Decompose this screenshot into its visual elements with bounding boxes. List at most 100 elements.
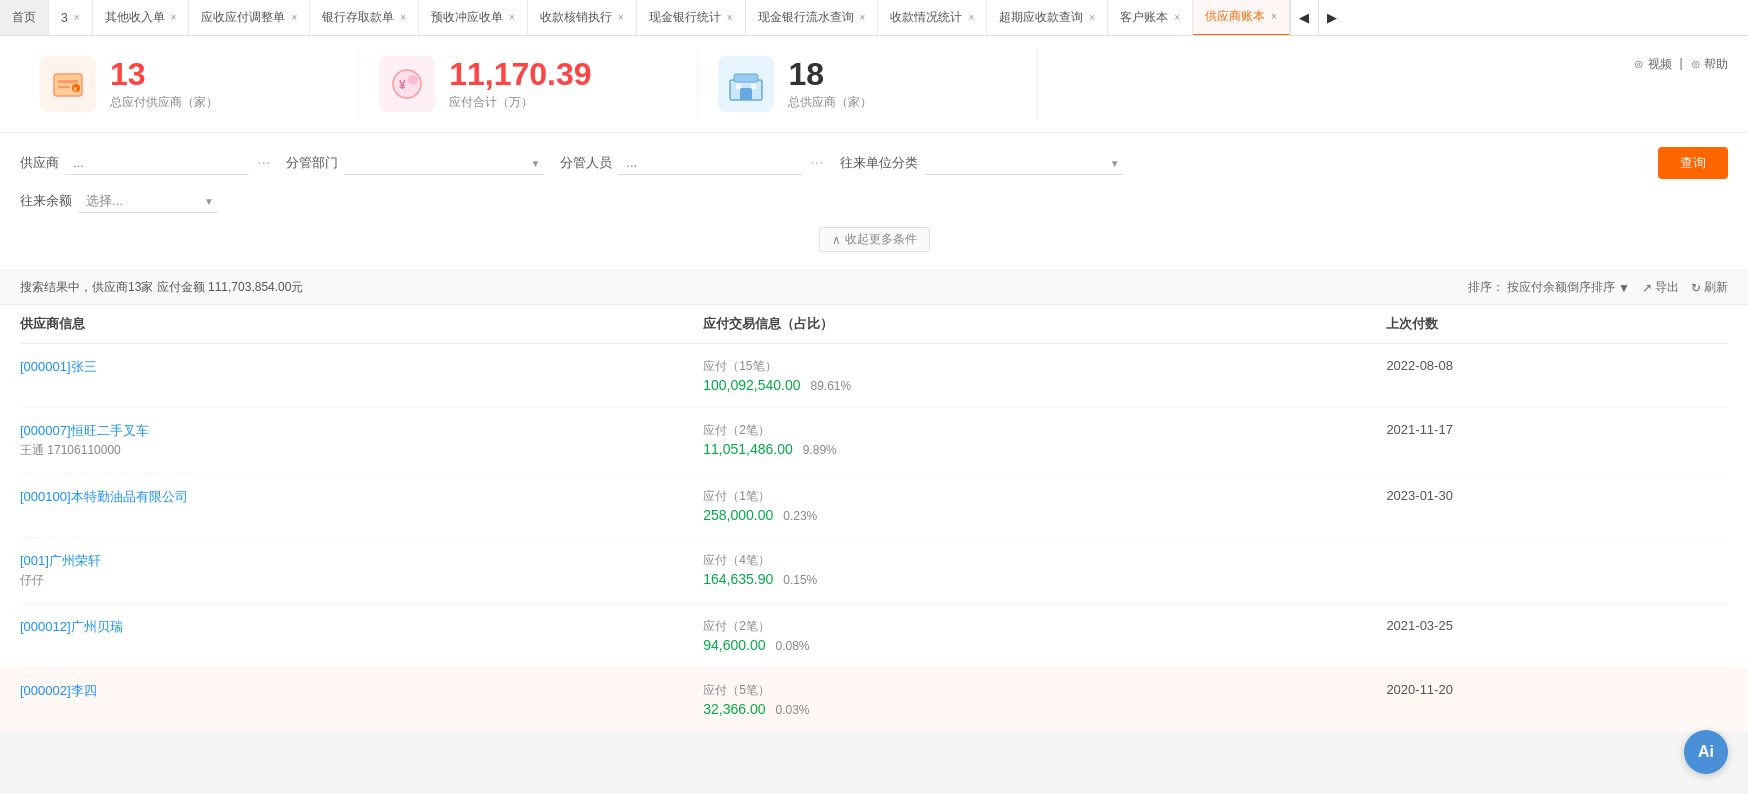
supplier-link[interactable]: [000012]广州贝瑞 [20,619,123,634]
summary-card-suppliers-payable: ¥ 13 总应付供应商（家） [20,48,359,120]
chevron-right-icon: ▶ [1327,10,1337,25]
svg-rect-9 [734,74,758,82]
nav-prev-arrow[interactable]: ◀ [1290,0,1318,36]
close-icon[interactable]: × [74,12,80,23]
nav-next-arrow[interactable]: ▶ [1318,0,1346,36]
supplier-info-cell: [000012]广州贝瑞 [20,618,703,636]
summary-card-total-suppliers: 18 总供应商（家） [698,48,1037,120]
supplier-sub: 王通 17106110000 [20,442,703,459]
close-icon[interactable]: × [727,12,733,23]
table-row: [000100]本特勤油品有限公司 应付（1笔） 258,000.00 0.23… [20,474,1728,538]
nav-tab-overdue-ar[interactable]: 超期应收款查询 × [987,0,1108,36]
balance-filter-select[interactable]: 选择... [78,189,218,213]
nav-tab-3[interactable]: 3 × [49,0,93,36]
supplier-link[interactable]: [000100]本特勤油品有限公司 [20,489,188,504]
filter-category: 往来单位分类 ▼ [840,151,1124,175]
tx-label: 应付（1笔） [703,488,1386,505]
tx-amount[interactable]: 100,092,540.00 [703,377,800,393]
dept-filter-select[interactable] [344,151,544,175]
tx-pct: 9.89% [803,443,837,457]
result-info: 搜索结果中，供应商13家 应付金额 111,703,854.00元 [20,279,303,296]
supplier-filter-input[interactable] [65,151,249,175]
nav-tab-cash-bank-stat[interactable]: 现金银行统计 × [637,0,746,36]
tx-pct: 89.61% [811,379,852,393]
top-navigation: 首页 3 × 其他收入单 × 应收应付调整单 × 银行存取款单 × 预收冲应收单… [0,0,1748,36]
close-icon[interactable]: × [509,12,515,23]
summary-bar: ¥ 13 总应付供应商（家） ¥ 11,170.39 应付合计（万） [0,36,1748,133]
last-pay-cell: 2023-01-30 [1386,488,1728,503]
close-icon[interactable]: × [400,12,406,23]
supplier-filter-label: 供应商 [20,154,59,172]
supplier-link[interactable]: [000002]李四 [20,683,97,698]
close-icon[interactable]: × [618,12,624,23]
close-icon[interactable]: × [1174,12,1180,23]
summary-label-total: 应付合计（万） [449,94,591,111]
nav-tab-receipt-verify[interactable]: 收款核销执行 × [528,0,637,36]
nav-tab-label: 收款核销执行 [540,9,612,26]
close-icon[interactable]: × [1271,11,1277,22]
tx-amount[interactable]: 164,635.90 [703,571,773,587]
nav-tab-label: 银行存取款单 [322,9,394,26]
category-select-wrap: ▼ [924,151,1124,175]
supplier-info-cell: [000100]本特勤油品有限公司 [20,488,703,506]
nav-tab-cash-bank-flow[interactable]: 现金银行流水查询 × [746,0,879,36]
chevron-up-icon: ∧ [832,233,841,247]
refresh-icon: ↻ [1691,281,1701,295]
collapse-button[interactable]: ∧ 收起更多条件 [819,227,930,252]
video-link[interactable]: ⊙ 视频 [1634,56,1671,73]
nav-tab-ar-ap-adjust[interactable]: 应收应付调整单 × [189,0,310,36]
balance-filter-label: 往来余额 [20,192,72,210]
nav-tab-label: 收款情况统计 [890,9,962,26]
sort-value[interactable]: 按应付余额倒序排序 ▼ [1507,279,1630,296]
close-icon[interactable]: × [1089,12,1095,23]
query-button[interactable]: 查询 [1658,147,1728,179]
svg-rect-11 [736,84,741,89]
tx-pct: 0.08% [775,639,809,653]
table-row: [001]广州荣轩 仔仔 应付（4笔） 164,635.90 0.15% [20,538,1728,604]
tx-label: 应付（2笔） [703,618,1386,635]
nav-tab-bank-deposit[interactable]: 银行存取款单 × [310,0,419,36]
close-icon[interactable]: × [171,12,177,23]
supplier-info-cell: [000002]李四 [20,682,703,700]
table-row-highlighted: [000002]李四 应付（5笔） 32,366.00 0.03% 2020-1… [0,668,1748,731]
summary-number-suppliers: 18 [788,57,872,92]
supplier-link[interactable]: [001]广州荣轩 [20,553,101,568]
tx-amount[interactable]: 94,600.00 [703,637,765,653]
total-suppliers-icon [718,56,774,112]
person-filter-input[interactable] [618,151,802,175]
filter-person: 分管人员 ··· [560,151,823,175]
supplier-dots-icon[interactable]: ··· [257,154,270,172]
nav-tab-other-income[interactable]: 其他收入单 × [93,0,190,36]
close-icon[interactable]: × [860,12,866,23]
nav-tab-label: 现金银行统计 [649,9,721,26]
nav-tab-customer-ledger[interactable]: 客户账本 × [1108,0,1193,36]
supplier-link[interactable]: [000007]恒旺二手叉车 [20,423,149,438]
summary-number-payable: 13 [110,57,218,92]
help-link[interactable]: ⊙ 帮助 [1691,56,1728,73]
nav-tab-prepay[interactable]: 预收冲应收单 × [419,0,528,36]
nav-tab-label: 现金银行流水查询 [758,9,854,26]
tx-amount[interactable]: 11,051,486.00 [703,441,793,457]
nav-tab-home[interactable]: 首页 [0,0,49,36]
nav-tab-receipt-stat[interactable]: 收款情况统计 × [878,0,987,36]
person-filter-label: 分管人员 [560,154,612,172]
svg-rect-12 [751,84,756,89]
supplier-link[interactable]: [000001]张三 [20,359,97,374]
close-icon[interactable]: × [291,12,297,23]
balance-select-wrap: 选择... ▼ [78,189,218,213]
category-filter-select[interactable] [924,151,1124,175]
close-icon[interactable]: × [968,12,974,23]
export-button[interactable]: ↗ 导出 [1642,279,1679,296]
filter-area: 供应商 ··· 分管部门 ▼ 分管人员 ··· 往来单位分类 [0,133,1748,271]
tx-amount[interactable]: 32,366.00 [703,701,765,717]
summary-spacer [1038,48,1634,120]
person-dots-icon[interactable]: ··· [810,154,823,172]
summary-label-payable: 总应付供应商（家） [110,94,218,111]
tx-pct: 0.23% [783,509,817,523]
nav-tab-supplier-ledger[interactable]: 供应商账本 × [1193,0,1290,36]
tx-amount[interactable]: 258,000.00 [703,507,773,523]
tx-amount-row: 11,051,486.00 9.89% [703,439,1386,457]
help-icon: ⊙ [1691,57,1701,71]
data-table-container: 供应商信息 应付交易信息（占比） 上次付数 [000001]张三 应付（15笔）… [0,305,1748,731]
refresh-button[interactable]: ↻ 刷新 [1691,279,1728,296]
